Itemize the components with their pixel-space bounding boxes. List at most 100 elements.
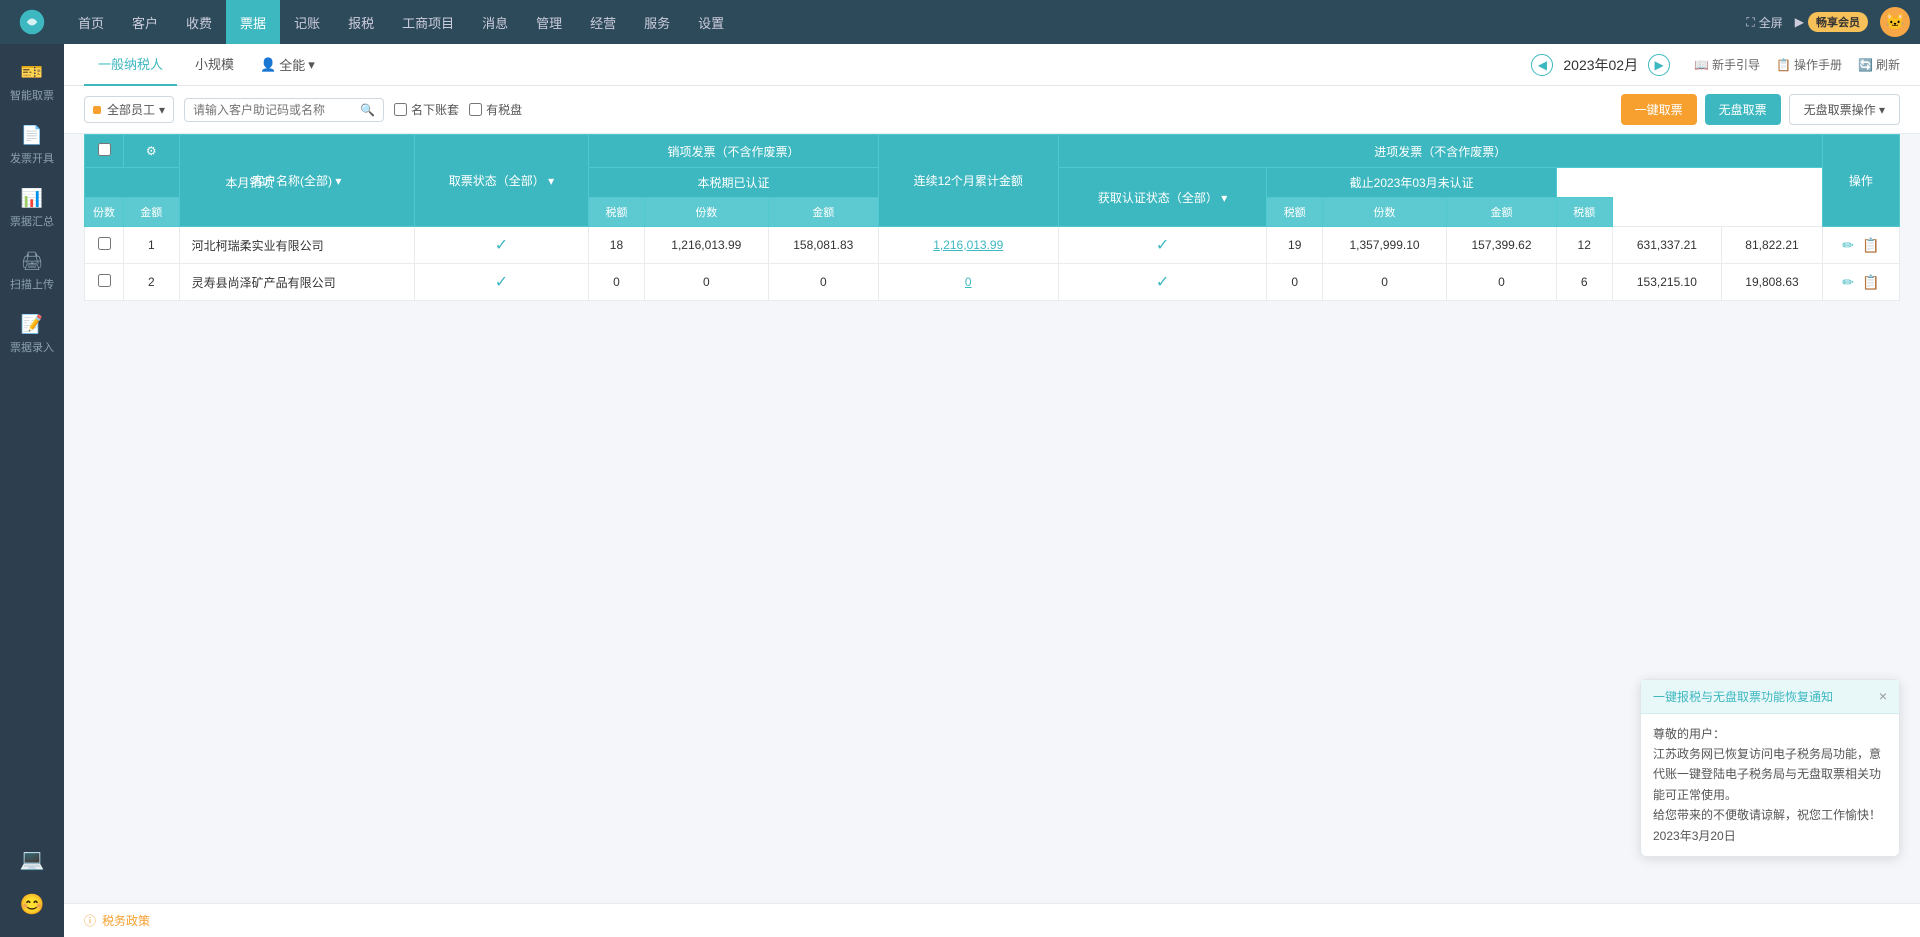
toolbar: 全部员工 ▾ 🔍 名下账套 有税盘 一键取票 无盘取票 无盘取票操作 ▾	[64, 86, 1920, 134]
nav-home[interactable]: 首页	[64, 0, 118, 44]
edit-icon[interactable]: ✏	[1842, 274, 1854, 291]
smart-ticket-icon: 🎫	[21, 62, 43, 83]
one-key-btn[interactable]: 一键取票	[1621, 94, 1697, 125]
sidebar-support-btn[interactable]: 😊	[4, 882, 60, 927]
12month-link[interactable]: 0	[965, 275, 972, 289]
manual-btn[interactable]: 📋 操作手册	[1776, 56, 1842, 73]
nav-manage[interactable]: 管理	[522, 0, 576, 44]
new-guide-btn[interactable]: 📖 新手引导	[1694, 56, 1760, 73]
col-sales-amount: 金额	[124, 198, 180, 227]
nav-accounting[interactable]: 记账	[280, 0, 334, 44]
col-status-header: 取票状态（全部） ▾	[414, 135, 588, 227]
nav-business[interactable]: 工商项目	[388, 0, 468, 44]
tax-policy-link[interactable]: 税务政策	[102, 912, 150, 929]
user-avatar[interactable]: 🐱	[1880, 7, 1910, 37]
filter-dot	[93, 106, 101, 114]
row-actions: ✏ 📋	[1822, 227, 1899, 264]
fullscreen-btn[interactable]: ⛶ ⛶ 全屏	[1746, 14, 1782, 31]
col-purchase-period-tax: 税额	[1267, 198, 1323, 227]
settings-icon[interactable]: ⚙	[146, 144, 157, 158]
notification-close-btn[interactable]: ×	[1879, 688, 1887, 704]
purchase-status-icon: ✓	[1156, 274, 1169, 291]
row-checkbox[interactable]	[98, 274, 111, 287]
account-checkbox-label[interactable]: 名下账套	[394, 101, 459, 118]
row-purchase-period-tax: 157,399.62	[1447, 227, 1557, 264]
col-sales-shares: 份数	[85, 198, 124, 227]
detail-icon[interactable]: 📋	[1862, 237, 1879, 254]
info-icon: ⓘ	[84, 912, 96, 929]
nav-message[interactable]: 消息	[468, 0, 522, 44]
row-purchase-status: ✓	[1058, 227, 1267, 264]
detail-icon[interactable]: 📋	[1862, 274, 1879, 291]
nav-customer[interactable]: 客户	[118, 0, 172, 44]
purchase-period-header: 本税期已认证	[589, 168, 879, 198]
notification-body: 尊敬的用户：江苏政务网已恢复访问电子税务局功能，意代账一键登陆电子税务局与无盘取…	[1641, 714, 1899, 856]
tab-general[interactable]: 一般纳税人	[84, 44, 177, 86]
toolbar-right: 一键取票 无盘取票 无盘取票操作 ▾	[1621, 94, 1900, 125]
tab-small[interactable]: 小规模	[181, 44, 248, 86]
edit-icon[interactable]: ✏	[1842, 237, 1854, 254]
nav-operation[interactable]: 经营	[576, 0, 630, 44]
col-purchase-period-amount: 金额	[768, 198, 878, 227]
page-footer: ⓘ 税务政策	[64, 903, 1920, 937]
row-checkbox[interactable]	[98, 237, 111, 250]
status-check-icon: ✓	[495, 274, 508, 291]
refresh-btn[interactable]: 🔄 刷新	[1858, 56, 1900, 73]
sidebar-monitor-btn[interactable]: 💻	[4, 837, 60, 882]
sidebar-item-scan[interactable]: 🖨 扫描上传	[4, 243, 60, 300]
account-checkbox[interactable]	[394, 103, 407, 116]
row-no: 2	[124, 264, 180, 301]
tax-disk-checkbox-label[interactable]: 有税盘	[469, 101, 522, 118]
col-sales-tax: 税额	[589, 198, 645, 227]
status-check-icon: ✓	[495, 237, 508, 254]
nav-invoice[interactable]: 票据	[226, 0, 280, 44]
col-12month-header: 连续12个月累计金额	[878, 135, 1058, 227]
row-checkbox-cell	[85, 264, 124, 301]
tab-all-dropdown[interactable]: 👤 全能 ▾	[252, 44, 323, 86]
search-input[interactable]	[193, 103, 360, 117]
12month-link[interactable]: 1,216,013.99	[933, 238, 1003, 252]
row-sales-shares: 18	[589, 227, 645, 264]
sidebar-bottom: 💻 😊	[4, 837, 60, 927]
col-purchase-period-shares: 份数	[644, 198, 768, 227]
current-date: 2023年02月	[1563, 55, 1638, 75]
next-month-btn[interactable]: ▶	[1648, 54, 1670, 76]
notification-title: 一键报税与无盘取票功能恢复通知	[1653, 688, 1833, 705]
chevron-down-icon: ▾	[308, 57, 315, 73]
row-sales-tax: 158,081.83	[768, 227, 878, 264]
no-disk-ops-btn[interactable]: 无盘取票操作 ▾	[1789, 94, 1900, 125]
col-unrecog-amount: 金额	[1447, 198, 1557, 227]
nav-settings[interactable]: 设置	[684, 0, 738, 44]
row-status: ✓	[414, 264, 588, 301]
app-logo	[10, 0, 54, 44]
purchase-unrecog-header: 截止2023年03月未认证	[1267, 168, 1557, 198]
nav-tax[interactable]: 报税	[334, 0, 388, 44]
table-row: 1 河北柯瑞柔实业有限公司 ✓ 18 1,216,013.99 158,081.…	[85, 227, 1900, 264]
summary-icon: 📊	[21, 188, 43, 209]
search-box[interactable]: 🔍	[184, 98, 384, 122]
row-unrecog-amount: 631,337.21	[1612, 227, 1722, 264]
tax-disk-checkbox[interactable]	[469, 103, 482, 116]
nav-right: ⛶ ⛶ 全屏 ▶ 畅享会员 🐱	[1746, 7, 1910, 37]
vip-btn[interactable]: ▶ 畅享会员	[1795, 12, 1868, 32]
sidebar-item-summary[interactable]: 📊 票据汇总	[4, 180, 60, 237]
scan-icon: 🖨	[21, 251, 44, 272]
no-disk-btn[interactable]: 无盘取票	[1705, 94, 1781, 125]
row-12month: 1,216,013.99	[878, 227, 1058, 264]
sales-month-header: 本月销项	[85, 168, 415, 198]
select-all-checkbox[interactable]	[98, 143, 111, 156]
nav-fee[interactable]: 收费	[172, 0, 226, 44]
date-navigation: ◀ 2023年02月 ▶	[1531, 54, 1670, 76]
row-12month: 0	[878, 264, 1058, 301]
main-layout: 🎫 智能取票 📄 发票开具 📊 票据汇总 🖨 扫描上传 📝 票据录入 💻 😊 一…	[0, 44, 1920, 937]
prev-month-btn[interactable]: ◀	[1531, 54, 1553, 76]
sidebar-item-entry[interactable]: 📝 票据录入	[4, 306, 60, 363]
col-unrecog-tax: 税额	[1556, 198, 1612, 227]
sidebar-item-smart-ticket[interactable]: 🎫 智能取票	[4, 54, 60, 111]
invoice-table: ⚙ 客户名称(全部) ▾ 取票状态（全部） ▾ 销项发票（不含作废票） 连续12…	[84, 134, 1900, 301]
search-icon: 🔍	[360, 103, 375, 117]
table-row: 2 灵寿县尚泽矿产品有限公司 ✓ 0 0 0 0 ✓ 0 0 0 6 153,2…	[85, 264, 1900, 301]
sidebar-item-invoice-open[interactable]: 📄 发票开具	[4, 117, 60, 174]
nav-service[interactable]: 服务	[630, 0, 684, 44]
employee-filter[interactable]: 全部员工 ▾	[84, 96, 174, 123]
